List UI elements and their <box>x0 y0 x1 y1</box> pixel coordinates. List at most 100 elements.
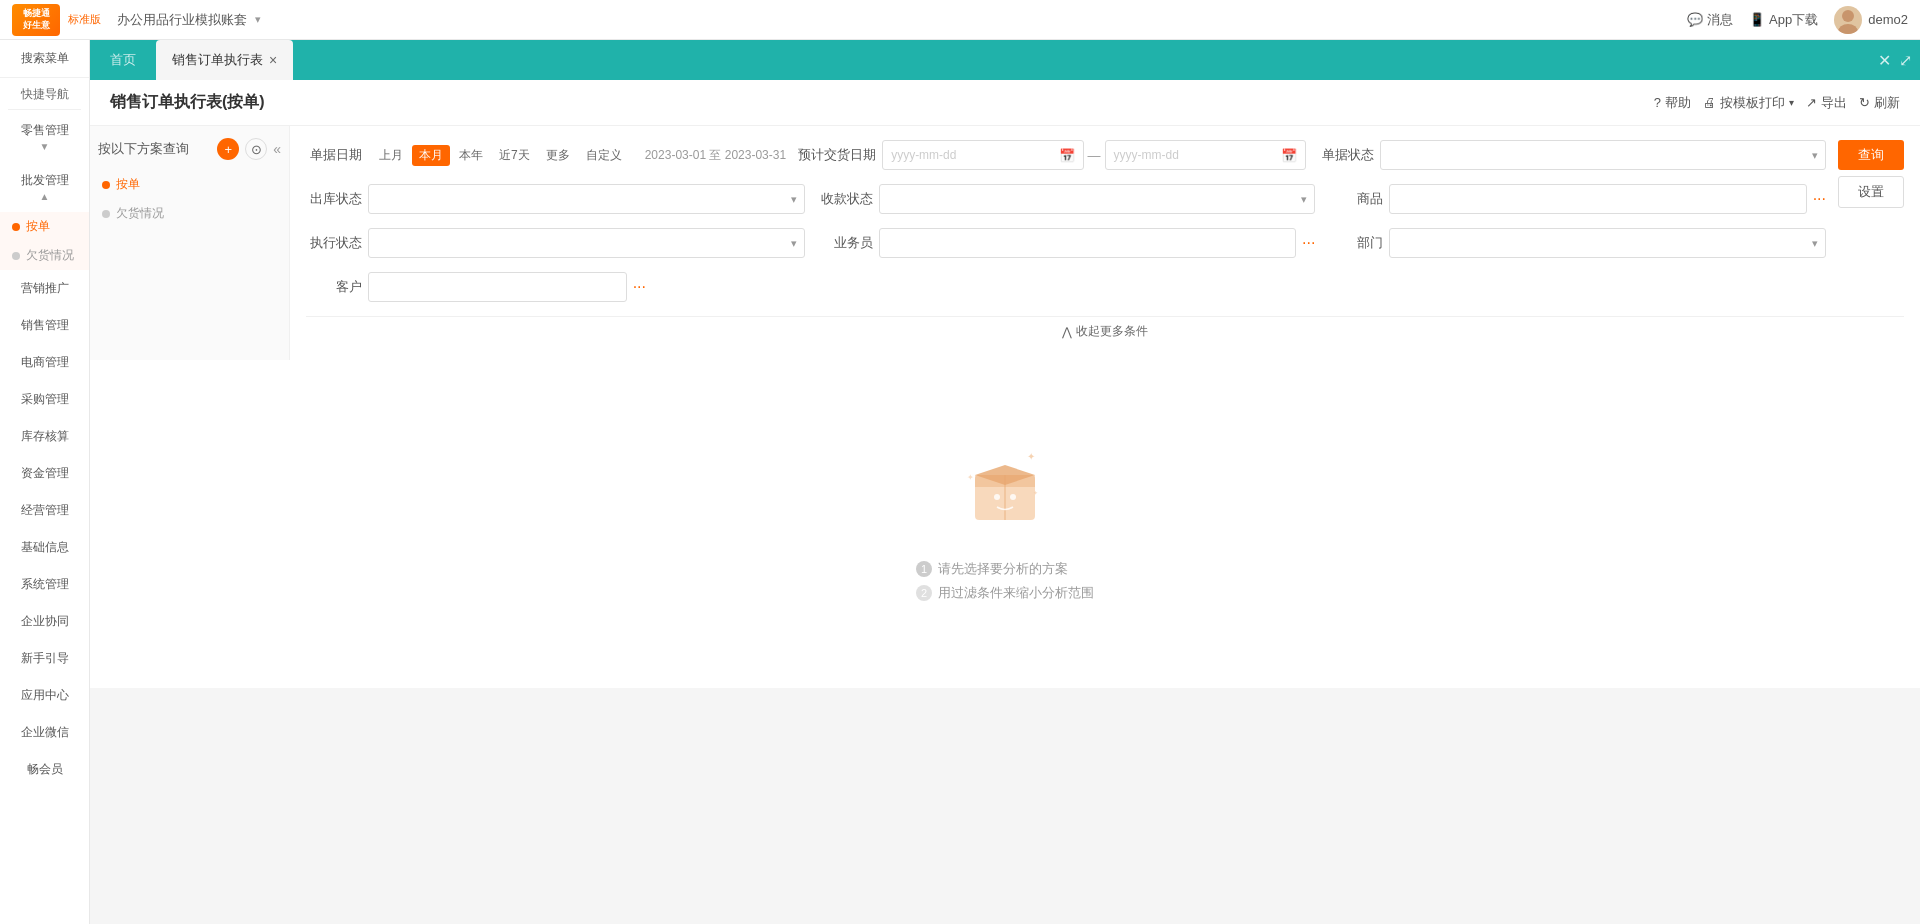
scheme-title-label: 按以下方案查询 <box>98 140 189 158</box>
salesperson-input[interactable] <box>879 228 1296 258</box>
svg-point-1 <box>1838 24 1858 34</box>
status-select[interactable]: 全部 草稿 审核中 已审核 <box>1380 140 1826 170</box>
sidebar-item-label: 企业协同 <box>21 613 69 630</box>
scheme-item-andon[interactable]: 按单 <box>98 170 281 199</box>
collapse-button[interactable]: ⋀ 收起更多条件 <box>1062 323 1148 340</box>
export-button[interactable]: ↗ 导出 <box>1806 94 1847 112</box>
scheme-item-receivable[interactable]: 欠货情况 <box>98 199 281 228</box>
sidebar-sub-andon[interactable]: 按单 <box>0 212 89 241</box>
settings-button[interactable]: 设置 <box>1838 176 1904 208</box>
sidebar-item-inventory[interactable]: 库存核算 <box>0 418 89 455</box>
sidebar-quick-nav[interactable]: 快捷导航 <box>0 78 89 107</box>
date-tab-this-month[interactable]: 本月 <box>412 145 450 166</box>
date-tab-this-year[interactable]: 本年 <box>452 145 490 166</box>
filter-panel: 按以下方案查询 + ⊙ « 按单 <box>90 126 1920 360</box>
date-tab-more[interactable]: 更多 <box>539 145 577 166</box>
dropdown-arrow-icon[interactable]: ▾ <box>255 13 261 26</box>
tab-home[interactable]: 首页 <box>90 40 156 80</box>
sidebar-item-marketing[interactable]: 营销推广 <box>0 270 89 307</box>
sidebar-item-newcomer[interactable]: 新手引导 <box>0 640 89 677</box>
user-profile-button[interactable]: demo2 <box>1834 6 1908 34</box>
close-tab-icon[interactable]: ✕ <box>1878 51 1891 70</box>
sidebar-item-sales[interactable]: 销售管理 <box>0 307 89 344</box>
customer-label: 客户 <box>306 278 362 296</box>
app-layout: 畅捷通好生意 标准版 办公用品行业模拟账套 ▾ 💬 消息 📱 App下载 dem… <box>0 0 1920 924</box>
date-tab-last7[interactable]: 近7天 <box>492 145 537 166</box>
date-tabs: 上月 本月 本年 近7天 更多 自定义 <box>372 145 629 166</box>
sidebar-item-operation[interactable]: 经营管理 <box>0 492 89 529</box>
payment-select[interactable]: 全部 未收款 部分收款 全部收款 <box>879 184 1316 214</box>
sidebar-item-enterprise[interactable]: 企业协同 <box>0 603 89 640</box>
print-icon: 🖨 <box>1703 95 1716 110</box>
sidebar-item-ecommerce[interactable]: 电商管理 <box>0 344 89 381</box>
date-tab-last-month[interactable]: 上月 <box>372 145 410 166</box>
out-status-label: 出库状态 <box>306 190 362 208</box>
print-button[interactable]: 🖨 按模板打印 ▾ <box>1703 94 1794 112</box>
chevron-up-icon: ▲ <box>40 191 50 202</box>
department-select[interactable]: 全部 <box>1389 228 1826 258</box>
sidebar-item-appstore[interactable]: 应用中心 <box>0 677 89 714</box>
goods-more-icon[interactable]: ··· <box>1813 190 1826 208</box>
svg-point-0 <box>1842 10 1854 22</box>
sidebar-item-wechat[interactable]: 企业微信 <box>0 714 89 751</box>
maximize-icon[interactable]: ⤢ <box>1899 51 1912 70</box>
refresh-label: 刷新 <box>1874 94 1900 112</box>
exec-status-select[interactable]: 全部 未执行 部分执行 全部执行 <box>368 228 805 258</box>
tab-close-icon[interactable]: × <box>269 52 277 68</box>
date-tab-custom[interactable]: 自定义 <box>579 145 629 166</box>
sidebar-item-basic[interactable]: 基础信息 <box>0 529 89 566</box>
search-button[interactable]: 查询 <box>1838 140 1904 170</box>
filter-inputs: 单据日期 上月 本月 本年 近7天 更多 自定义 <box>306 140 1826 316</box>
filter-status-field: 单据状态 全部 草稿 审核中 已审核 <box>1318 140 1826 170</box>
tip-text-1: 请先选择要分析的方案 <box>938 560 1068 578</box>
refresh-button[interactable]: ↻ 刷新 <box>1859 94 1900 112</box>
collapse-scheme-icon[interactable]: « <box>273 141 281 157</box>
sidebar-item-finance[interactable]: 资金管理 <box>0 455 89 492</box>
sidebar-item-label: 畅会员 <box>27 761 63 778</box>
salesperson-more-icon[interactable]: ··· <box>1302 234 1315 252</box>
wholesale-submenu: 按单 欠货情况 <box>0 212 89 270</box>
expected-date-start[interactable]: yyyy-mm-dd 📅 <box>882 140 1083 170</box>
top-bar: 畅捷通好生意 标准版 办公用品行业模拟账套 ▾ 💬 消息 📱 App下载 dem… <box>0 0 1920 40</box>
help-button[interactable]: ? 帮助 <box>1654 94 1691 112</box>
scheme-actions: + ⊙ « <box>217 138 281 160</box>
date-range-display: 2023-03-01 至 2023-03-31 <box>645 147 786 164</box>
expected-date-end[interactable]: yyyy-mm-dd 📅 <box>1105 140 1306 170</box>
filter-date-field: 单据日期 上月 本月 本年 近7天 更多 自定义 <box>306 145 629 166</box>
svg-point-9 <box>994 494 1000 500</box>
app-download-button[interactable]: 📱 App下载 <box>1749 11 1818 29</box>
out-status-select[interactable]: 全部 未出库 部分出库 全部出库 <box>368 184 805 214</box>
messages-label: 消息 <box>1707 11 1733 29</box>
filter-row-2: 出库状态 全部 未出库 部分出库 全部出库 <box>306 184 1826 214</box>
active-dot-icon <box>12 223 20 231</box>
sidebar-item-label: 应用中心 <box>21 687 69 704</box>
phone-icon: 📱 <box>1749 12 1765 27</box>
sidebar-item-retail[interactable]: 零售管理 ▼ <box>0 112 89 162</box>
sidebar-item-wholesale[interactable]: 批发管理 ▲ <box>0 162 89 212</box>
sidebar-item-system[interactable]: 系统管理 <box>0 566 89 603</box>
tab-sales-order[interactable]: 销售订单执行表 × <box>156 40 293 80</box>
settings-scheme-button[interactable]: ⊙ <box>245 138 267 160</box>
messages-button[interactable]: 💬 消息 <box>1687 11 1733 29</box>
tip-num-1: 1 <box>916 561 932 577</box>
page-header: 销售订单执行表(按单) ? 帮助 🖨 按模板打印 ▾ ↗ <box>90 80 1920 126</box>
message-icon: 💬 <box>1687 12 1703 27</box>
goods-input[interactable] <box>1389 184 1806 214</box>
filter-customer-field: 客户 ··· <box>306 272 646 302</box>
expected-date-range: yyyy-mm-dd 📅 — yyyy-mm-dd 📅 <box>882 140 1306 170</box>
top-bar-left: 畅捷通好生意 标准版 办公用品行业模拟账套 ▾ <box>12 4 261 36</box>
customer-input[interactable] <box>368 272 627 302</box>
sidebar-sub-receivable[interactable]: 欠货情况 <box>0 241 89 270</box>
status-select-wrap: 全部 草稿 审核中 已审核 ▾ <box>1380 140 1826 170</box>
scheme-dot <box>102 210 110 218</box>
sidebar-item-member[interactable]: 畅会员 <box>0 751 89 788</box>
scheme-receivable-label: 欠货情况 <box>116 205 164 222</box>
empty-tip-1: 1 请先选择要分析的方案 <box>916 560 1094 578</box>
empty-tips: 1 请先选择要分析的方案 2 用过滤条件来缩小分析范围 <box>916 560 1094 608</box>
add-scheme-button[interactable]: + <box>217 138 239 160</box>
search-buttons: 查询 设置 <box>1838 140 1904 208</box>
customer-more-icon[interactable]: ··· <box>633 278 646 296</box>
logo-text: 畅捷通好生意 <box>23 8 50 31</box>
sidebar-item-purchase[interactable]: 采购管理 <box>0 381 89 418</box>
sidebar-search[interactable]: 搜索菜单 <box>0 40 89 78</box>
